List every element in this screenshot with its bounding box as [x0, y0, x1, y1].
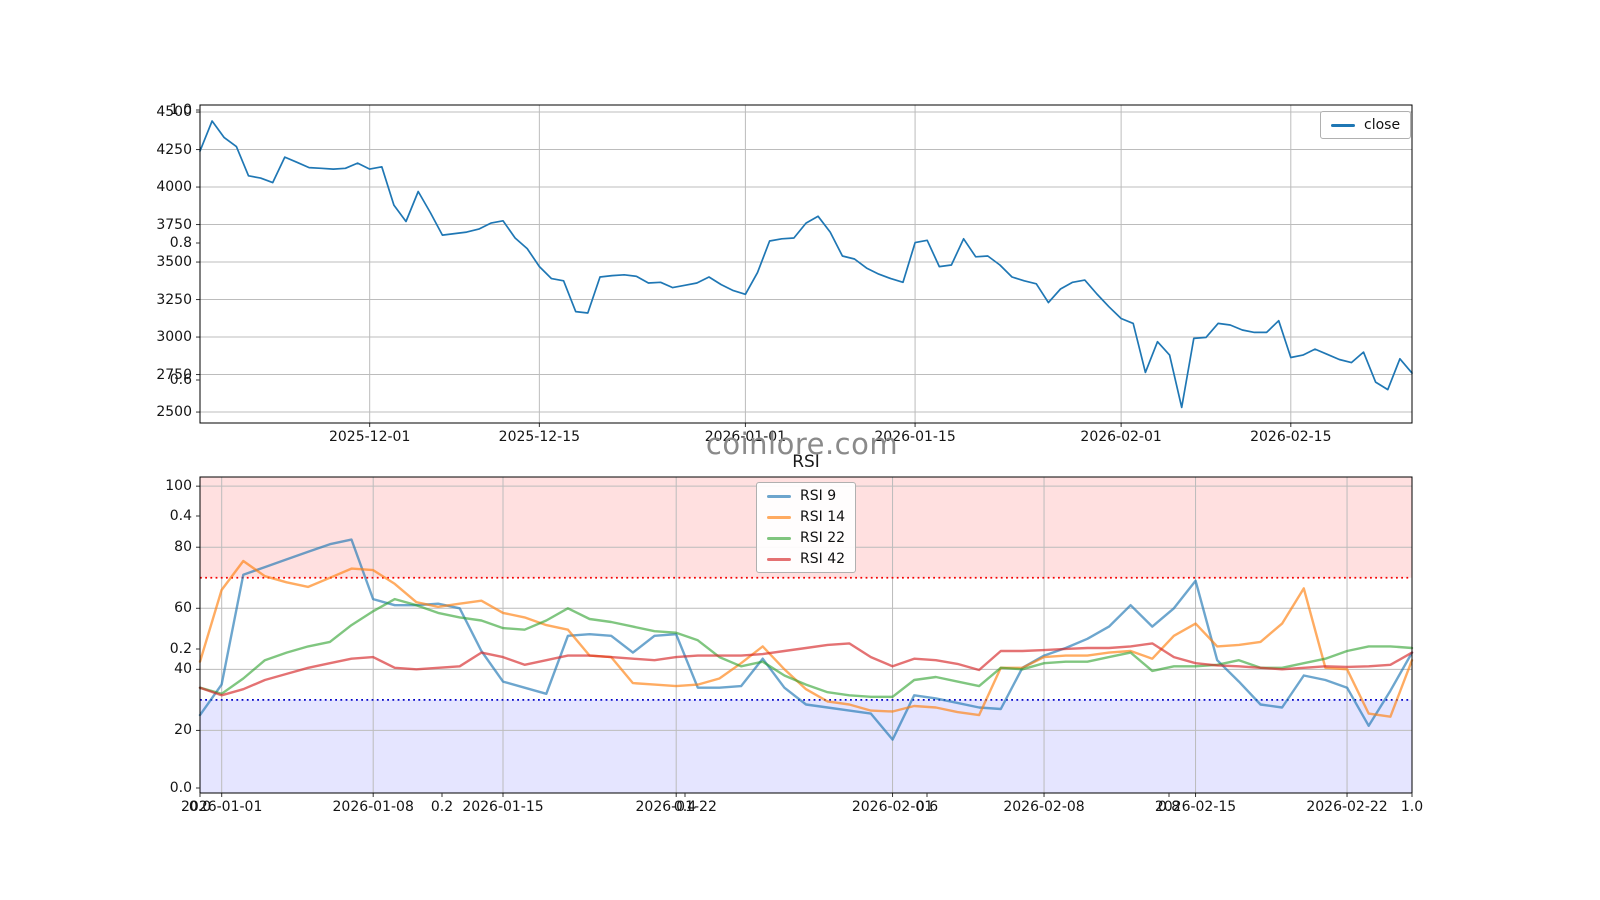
y-tick-label: 3500 — [156, 254, 192, 271]
x-tick-label: 2026-01-15 — [462, 799, 544, 815]
y-tick-label: 100 — [165, 478, 192, 495]
y-tick-label: 20 — [174, 722, 192, 739]
y-tick-label: 40 — [174, 661, 192, 678]
overlay-x-tick-label: 0.6 — [915, 799, 939, 815]
overlay-x-tick-label: 0.0 — [188, 799, 212, 815]
legend-row-rsi42: RSI 42 — [767, 551, 845, 567]
rsi9-line-sample — [767, 494, 791, 498]
legend-label-close: close — [1364, 117, 1401, 133]
legend-row-rsi14: RSI 14 — [767, 509, 845, 525]
overlay-y-tick-label: 0.2 — [169, 641, 192, 657]
y-tick-label: 80 — [174, 539, 192, 556]
overlay-y-tick-label: 0.6 — [169, 372, 192, 388]
legend-label-rsi42: RSI 42 — [800, 551, 846, 567]
legend-label-rsi14: RSI 14 — [800, 509, 846, 525]
y-tick-label: 60 — [174, 600, 192, 617]
overlay-y-tick-label: 0.8 — [169, 235, 192, 251]
legend-row-close: close — [1331, 117, 1400, 133]
chart-figure: 2025-12-01 2025-12-15 2026-01-01 2026-01-15… — [0, 0, 1600, 900]
rsi22-line-sample — [767, 536, 791, 540]
y-tick-label: 3250 — [156, 291, 192, 308]
y-tick-label: 4000 — [156, 179, 192, 196]
overlay-y-tick-label: 0.4 — [169, 508, 192, 524]
y-tick-label: 3750 — [156, 216, 192, 233]
legend-label-rsi9: RSI 9 — [800, 488, 837, 504]
overlay-y-tick-label: 0.0 — [169, 780, 192, 796]
overlay-y-tick-label: 1.0 — [169, 102, 192, 118]
overlay-x-tick-label: 0.2 — [430, 799, 454, 815]
rsi14-line-sample — [767, 515, 791, 519]
x-tick-label: 2026-02-15 — [1250, 429, 1332, 445]
overlay-x-tick-label: 1.0 — [1400, 799, 1424, 815]
x-tick-label: 2026-02-08 — [1003, 799, 1085, 815]
x-tick-label: 2026-02-01 — [1080, 429, 1162, 445]
y-tick-label: 4250 — [156, 141, 192, 158]
legend-label-rsi22: RSI 22 — [800, 530, 846, 546]
overlay-x-tick-label: 0.8 — [1157, 799, 1181, 815]
price-legend: close — [1320, 111, 1412, 139]
x-tick-label: 2025-12-01 — [328, 429, 411, 445]
y-tick-label: 3000 — [156, 329, 192, 346]
rsi42-line-sample — [767, 557, 791, 561]
x-tick-label: 2026-02-22 — [1306, 799, 1388, 815]
overlay-x-tick-label: 0.4 — [673, 799, 697, 815]
rsi-chart-title: RSI — [792, 452, 820, 472]
rsi-legend: RSI 9 RSI 14 RSI 22 RSI 42 — [756, 482, 857, 573]
legend-row-rsi22: RSI 22 — [767, 530, 845, 546]
legend-row-rsi9: RSI 9 — [767, 488, 845, 504]
x-tick-label: 2025-12-15 — [498, 429, 581, 445]
close-line-sample — [1331, 123, 1355, 127]
y-tick-label: 2500 — [156, 404, 192, 421]
x-tick-label: 2026-01-08 — [332, 799, 414, 815]
